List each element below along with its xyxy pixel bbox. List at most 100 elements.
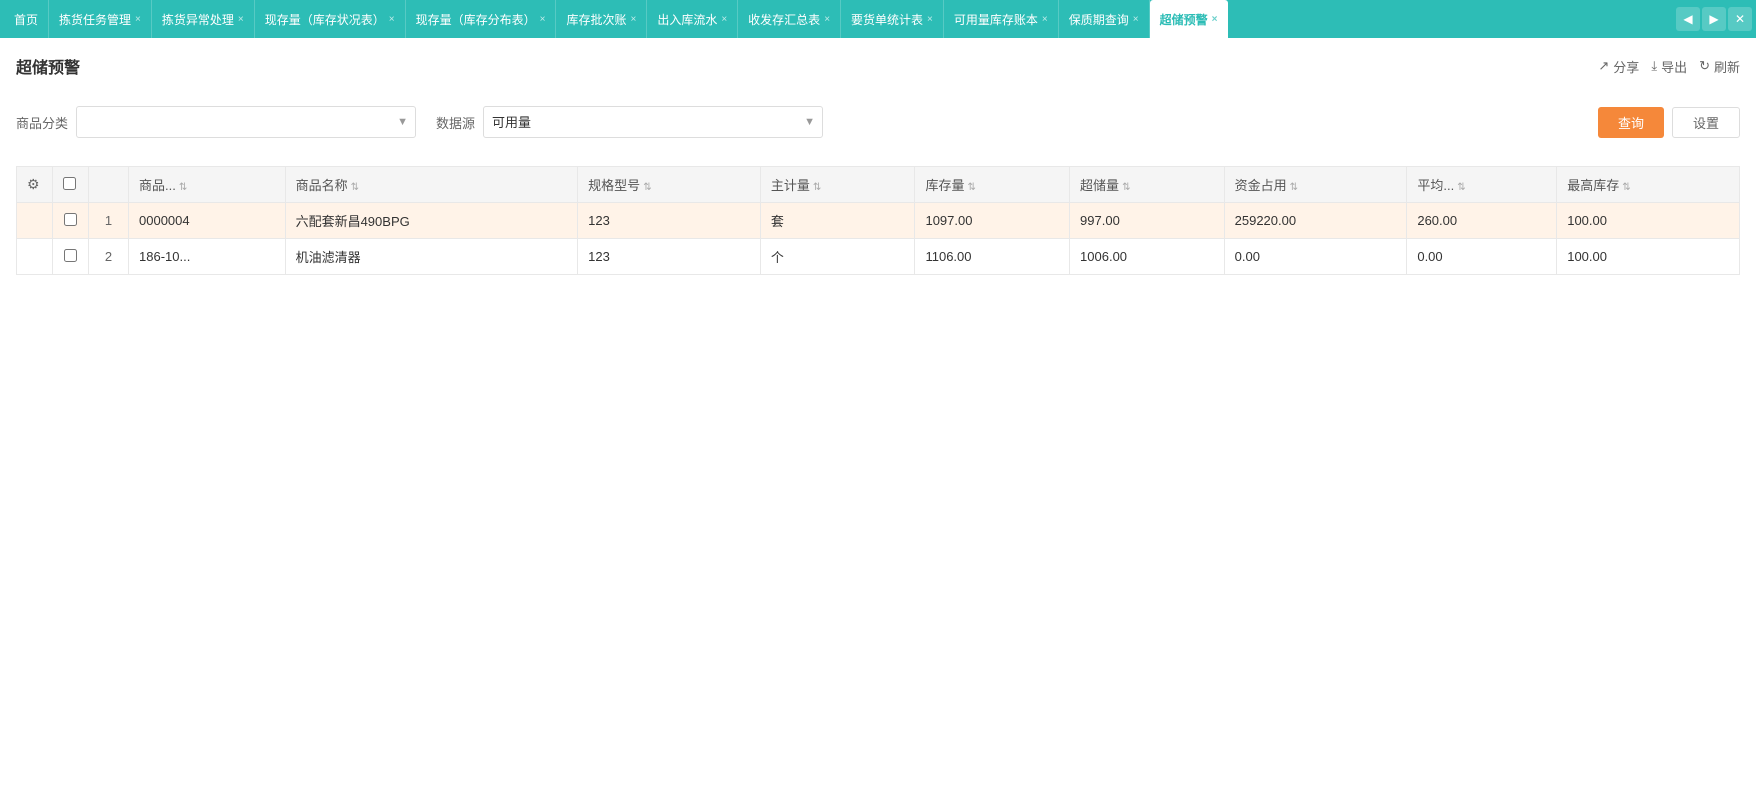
nav-tab-stock-status[interactable]: 现存量（库存状况表）× [255, 0, 406, 38]
row-num: 2 [89, 239, 129, 275]
gear-column-icon[interactable]: ⚙ [27, 176, 40, 192]
refresh-button[interactable]: ↻ 刷新 [1699, 57, 1740, 76]
nav-left-button[interactable]: ◀ [1676, 7, 1700, 31]
nav-tab-home[interactable]: 首页 [4, 0, 49, 38]
row-checkbox-cell[interactable] [53, 203, 89, 239]
sort-icon-overstock[interactable]: ⇅ [1122, 182, 1130, 193]
nav-tab-quality[interactable]: 保质期查询 × [1059, 0, 1150, 38]
nav-tab-label-recv-send: 收发存汇总表 [748, 11, 820, 28]
cell-overstock: 1006.00 [1070, 239, 1225, 275]
col-header-capital[interactable]: 资金占用⇅ [1224, 167, 1407, 203]
nav-tab-abnormal[interactable]: 拣货异常处理 × [152, 0, 255, 38]
nav-tab-stock-dist[interactable]: 现存量（库存分布表）× [406, 0, 557, 38]
row-gear-cell [17, 203, 53, 239]
col-header-max_stock[interactable]: 最高库存⇅ [1557, 167, 1740, 203]
filter-buttons: 查询 设置 [1598, 107, 1740, 138]
export-button[interactable]: ⤓ 导出 [1651, 57, 1687, 76]
sort-icon-code[interactable]: ⇅ [179, 182, 187, 193]
nav-close-button[interactable]: ✕ [1728, 7, 1752, 31]
table-header: ⚙商品...⇅商品名称⇅规格型号⇅主计量⇅库存量⇅超储量⇅资金占用⇅平均...⇅… [17, 167, 1740, 203]
col-header-spec[interactable]: 规格型号⇅ [578, 167, 761, 203]
nav-tab-available[interactable]: 可用量库存账本 × [944, 0, 1059, 38]
sort-icon-avg[interactable]: ⇅ [1457, 182, 1465, 193]
page-content: 超储预警 ↗ 分享 ⤓ 导出 ↻ 刷新 商品分类 ▼ [0, 38, 1756, 800]
nav-tab-close-task-mgmt[interactable]: × [135, 14, 141, 25]
nav-tab-label-task-mgmt: 拣货任务管理 [59, 11, 131, 28]
col-label-name: 商品名称 [296, 178, 348, 193]
settings-button[interactable]: 设置 [1672, 107, 1740, 138]
cell-name: 机油滤清器 [285, 239, 578, 275]
nav-tab-label-abnormal: 拣货异常处理 [162, 11, 234, 28]
page-header: 超储预警 ↗ 分享 ⤓ 导出 ↻ 刷新 [16, 54, 1740, 78]
nav-tab-label-available: 可用量库存账本 [954, 11, 1038, 28]
cell-name: 六配套新昌490BPG [285, 203, 578, 239]
cell-overstock: 997.00 [1070, 203, 1225, 239]
nav-right-button[interactable]: ▶ [1702, 7, 1726, 31]
sort-icon-unit[interactable]: ⇅ [813, 182, 821, 193]
col-header-code[interactable]: 商品...⇅ [129, 167, 286, 203]
col-header-rownum [89, 167, 129, 203]
cell-code: 186-10... [129, 239, 286, 275]
sort-icon-capital[interactable]: ⇅ [1290, 182, 1298, 193]
col-header-stock[interactable]: 库存量⇅ [915, 167, 1070, 203]
export-label: 导出 [1661, 57, 1687, 76]
col-header-unit[interactable]: 主计量⇅ [760, 167, 915, 203]
nav-tab-close-batch-acct[interactable]: × [630, 14, 636, 25]
nav-tab-recv-send[interactable]: 收发存汇总表 × [738, 0, 841, 38]
nav-tab-batch-acct[interactable]: 库存批次账 × [556, 0, 647, 38]
nav-arrows: ◀ ▶ ✕ [1676, 7, 1752, 31]
nav-tab-close-quality[interactable]: × [1133, 14, 1139, 25]
row-checkbox-cell[interactable] [53, 239, 89, 275]
nav-tab-close-stock-status[interactable]: × [389, 14, 395, 25]
nav-tab-close-available[interactable]: × [1042, 14, 1048, 25]
table-row: 10000004六配套新昌490BPG123套1097.00997.002592… [17, 203, 1740, 239]
sort-icon-max_stock[interactable]: ⇅ [1622, 182, 1630, 193]
nav-tab-close-overstock[interactable]: × [1212, 14, 1218, 25]
row-checkbox[interactable] [64, 249, 77, 262]
col-label-capital: 资金占用 [1235, 178, 1287, 193]
col-header-avg[interactable]: 平均...⇅ [1407, 167, 1557, 203]
datasource-select[interactable]: 可用量 库存量 [483, 106, 823, 138]
nav-tab-close-inout-flow[interactable]: × [721, 14, 727, 25]
nav-tab-overstock[interactable]: 超储预警× [1150, 0, 1229, 38]
col-label-spec: 规格型号 [588, 178, 640, 193]
row-gear-cell [17, 239, 53, 275]
filter-row: 商品分类 ▼ 数据源 可用量 库存量 ▼ 查询 设置 [16, 94, 1740, 150]
share-button[interactable]: ↗ 分享 [1598, 57, 1639, 76]
query-button[interactable]: 查询 [1598, 107, 1664, 138]
sort-icon-name[interactable]: ⇅ [351, 182, 359, 193]
col-label-avg: 平均... [1417, 178, 1454, 193]
cell-spec: 123 [578, 203, 761, 239]
table-row: 2186-10...机油滤清器123个1106.001006.000.000.0… [17, 239, 1740, 275]
nav-tab-close-order-stat[interactable]: × [927, 14, 933, 25]
nav-tab-task-mgmt[interactable]: 拣货任务管理 × [49, 0, 152, 38]
sort-icon-stock[interactable]: ⇅ [967, 182, 975, 193]
col-label-code: 商品... [139, 178, 176, 193]
cell-code: 0000004 [129, 203, 286, 239]
nav-tab-close-stock-dist[interactable]: × [540, 14, 546, 25]
nav-tab-label-inout-flow: 出入库流水 [657, 11, 717, 28]
nav-tab-label-quality: 保质期查询 [1069, 11, 1129, 28]
export-icon: ⤓ [1651, 58, 1657, 74]
nav-tab-close-recv-send[interactable]: × [824, 14, 830, 25]
category-select[interactable] [76, 106, 416, 138]
col-header-checkbox [53, 167, 89, 203]
row-checkbox[interactable] [64, 213, 77, 226]
cell-unit: 个 [760, 239, 915, 275]
refresh-icon: ↻ [1699, 58, 1710, 74]
cell-avg: 0.00 [1407, 239, 1557, 275]
nav-tab-order-stat[interactable]: 要货单统计表× [841, 0, 944, 38]
cell-avg: 260.00 [1407, 203, 1557, 239]
select-all-checkbox[interactable] [63, 177, 76, 190]
col-header-overstock[interactable]: 超储量⇅ [1070, 167, 1225, 203]
share-icon: ↗ [1598, 58, 1609, 74]
nav-tab-inout-flow[interactable]: 出入库流水 × [647, 0, 738, 38]
share-label: 分享 [1613, 57, 1639, 76]
nav-tab-label-batch-acct: 库存批次账 [566, 11, 626, 28]
top-nav: 首页拣货任务管理×拣货异常处理×现存量（库存状况表）×现存量（库存分布表）×库存… [0, 0, 1756, 38]
col-label-max_stock: 最高库存 [1567, 178, 1619, 193]
nav-tab-close-abnormal[interactable]: × [238, 14, 244, 25]
sort-icon-spec[interactable]: ⇅ [643, 182, 651, 193]
col-header-name[interactable]: 商品名称⇅ [285, 167, 578, 203]
header-actions: ↗ 分享 ⤓ 导出 ↻ 刷新 [1598, 57, 1740, 76]
